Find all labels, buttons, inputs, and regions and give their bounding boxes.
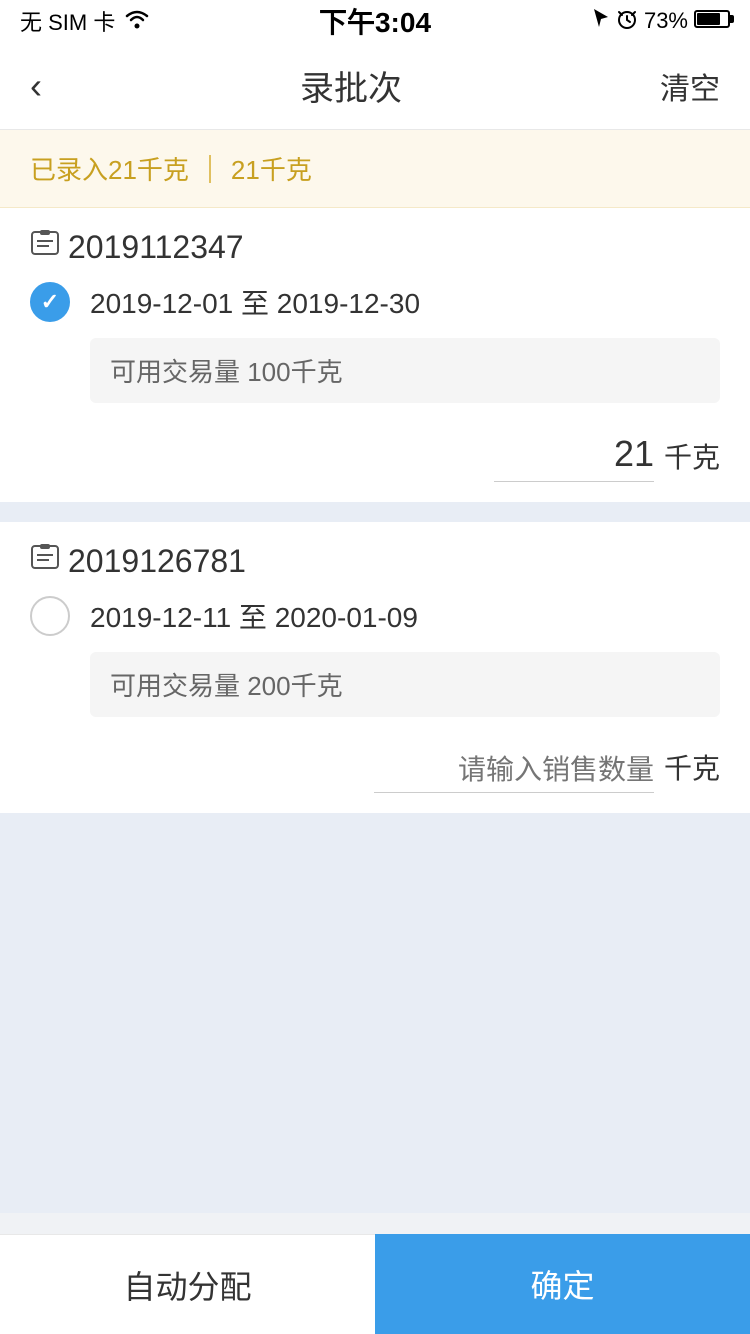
clear-button[interactable]: 清空 <box>660 64 720 108</box>
page-title: 录批次 <box>300 61 402 110</box>
info-banner: 已录入21千克 21千克 <box>0 130 750 208</box>
bottom-buttons: 自动分配 确定 <box>0 1234 750 1334</box>
confirm-button[interactable]: 确定 <box>375 1234 750 1334</box>
section-divider-1 <box>0 502 750 522</box>
location-icon <box>592 7 610 35</box>
battery-icon <box>694 8 730 34</box>
battery-percent: 73% <box>644 8 688 34</box>
empty-area <box>0 813 750 1213</box>
wifi-icon <box>123 7 151 35</box>
batch-1-date-row[interactable]: 2019-12-01 至 2019-12-30 <box>30 282 720 322</box>
batch-2-icon <box>30 542 60 580</box>
batch-2-id: 2019126781 <box>68 543 246 580</box>
batch-1-radio[interactable] <box>30 282 70 322</box>
recorded-label: 已录入21千克 <box>30 150 189 187</box>
batch-2-date-row[interactable]: 2019-12-11 至 2020-01-09 <box>30 596 720 636</box>
status-right: 73% <box>592 7 730 35</box>
batch-1-available: 可用交易量 100千克 <box>90 338 720 403</box>
batch-2-qty-input[interactable] <box>414 754 654 786</box>
batch-1-id: 2019112347 <box>68 229 244 266</box>
batch-2-radio[interactable] <box>30 596 70 636</box>
banner-divider <box>209 155 211 183</box>
batch-2-available: 可用交易量 200千克 <box>90 652 720 717</box>
alarm-icon <box>616 7 638 35</box>
batch-item-1: 2019112347 2019-12-01 至 2019-12-30 可用交易量… <box>0 208 750 502</box>
back-button[interactable]: ‹ <box>30 65 42 107</box>
batch-2-date: 2019-12-11 至 2020-01-09 <box>90 596 418 636</box>
auto-distribute-button[interactable]: 自动分配 <box>0 1234 375 1334</box>
no-sim-text: 无 SIM 卡 <box>20 5 115 37</box>
batch-1-unit: 千克 <box>664 436 720 482</box>
batch-2-unit: 千克 <box>664 747 720 793</box>
status-time: 下午3:04 <box>319 1 431 41</box>
batch-1-date: 2019-12-01 至 2019-12-30 <box>90 282 420 322</box>
status-bar: 无 SIM 卡 下午3:04 <box>0 0 750 42</box>
recorded-value: 21千克 <box>231 150 312 187</box>
batch-1-qty: 21 <box>614 433 654 475</box>
nav-bar: ‹ 录批次 清空 <box>0 42 750 130</box>
batch-1-header: 2019112347 <box>30 228 720 266</box>
batch-1-icon <box>30 228 60 266</box>
batch-2-header: 2019126781 <box>30 542 720 580</box>
batch-item-2: 2019126781 2019-12-11 至 2020-01-09 可用交易量… <box>0 522 750 813</box>
status-left: 无 SIM 卡 <box>20 5 151 37</box>
